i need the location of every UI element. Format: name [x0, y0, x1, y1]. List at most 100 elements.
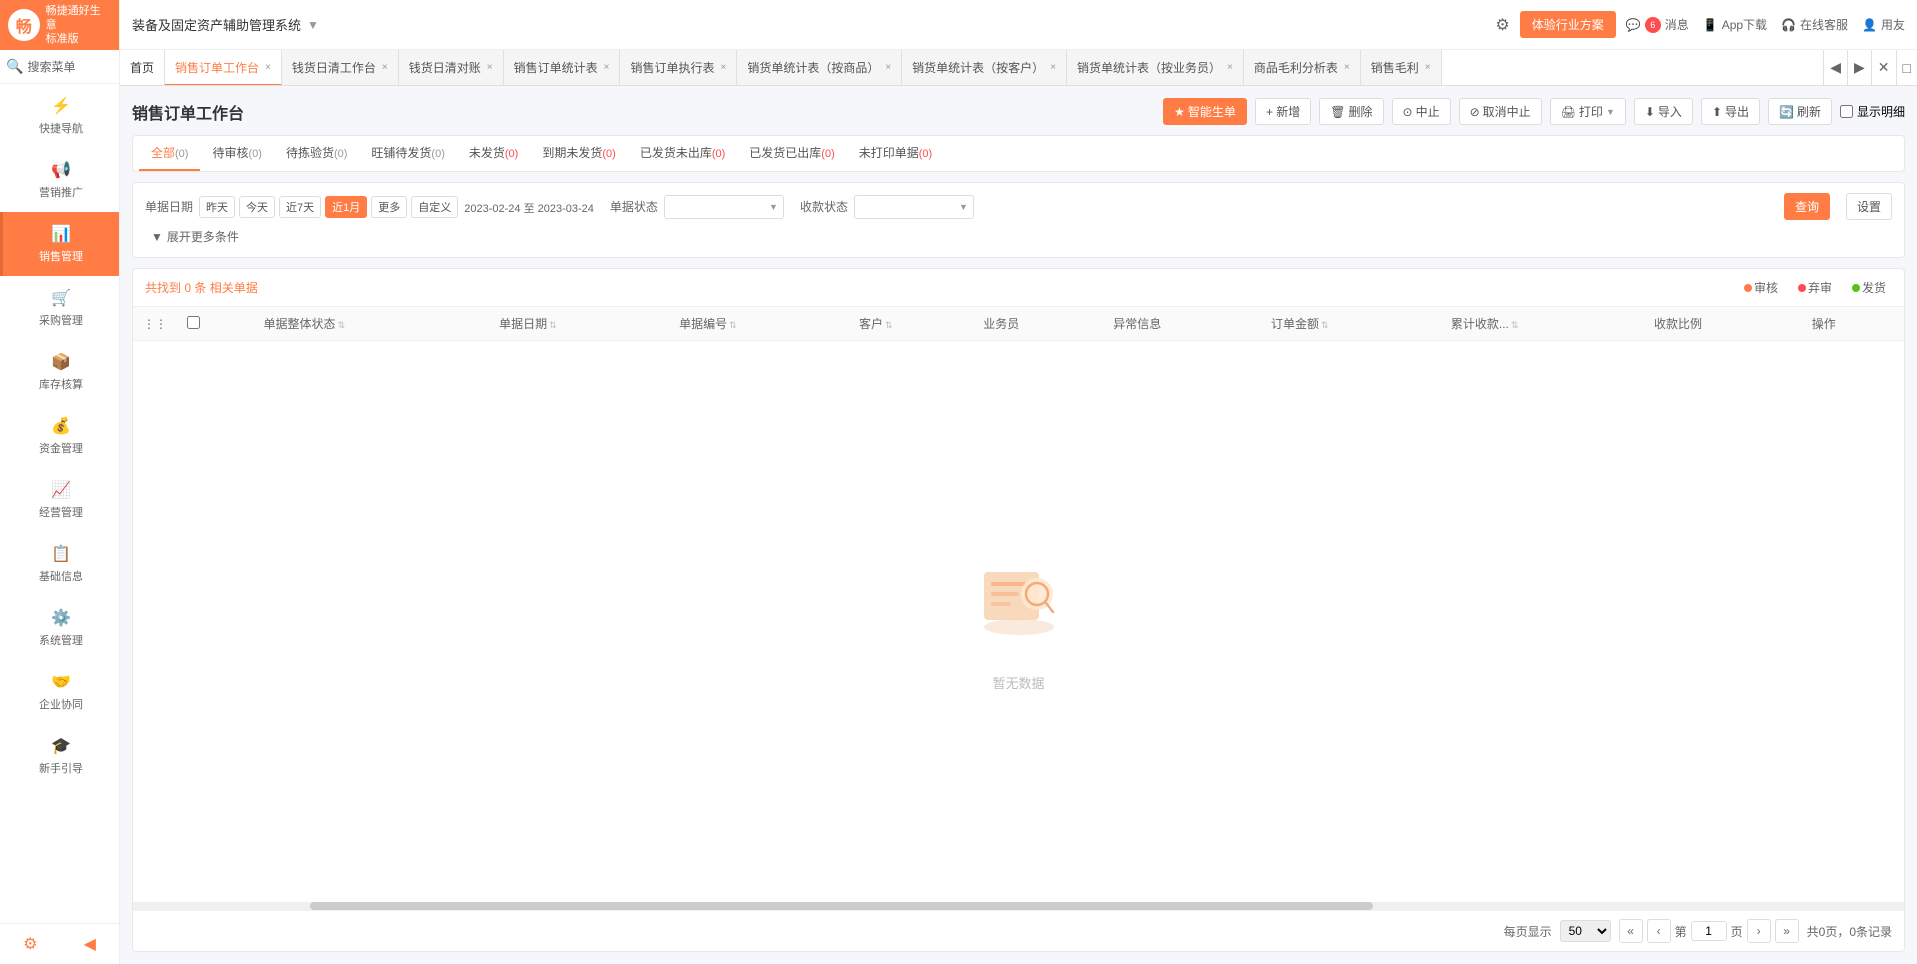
- sidebar-item-guide[interactable]: 🎓新手引导: [0, 724, 119, 788]
- subtab-all[interactable]: 全部(0): [139, 136, 200, 171]
- topbar-settings-icon[interactable]: ⚙: [1495, 15, 1509, 35]
- tab-home[interactable]: 首页: [120, 50, 165, 85]
- sort-icon-collected: ⇅: [1511, 320, 1519, 330]
- th-amount[interactable]: 订单金额⇅: [1261, 307, 1441, 341]
- th-checkbox: [177, 307, 254, 341]
- tab-close-sales-exec[interactable]: ×: [720, 62, 726, 73]
- filter-collection-select[interactable]: [854, 195, 974, 219]
- sidebar-item-inventory[interactable]: 📦库存核算: [0, 340, 119, 404]
- tab-close-cash-daily[interactable]: ×: [382, 62, 388, 73]
- delete-btn[interactable]: 🗑 删除: [1319, 98, 1383, 125]
- main-area: 装备及固定资产辅助管理系统 ▼ ⚙ 体验行业方案 💬 6 消息 📱 App下载 …: [120, 0, 1917, 964]
- subtab-shipped-out[interactable]: 已发货已出库(0): [737, 136, 846, 171]
- prev-page-btn[interactable]: ‹: [1647, 919, 1671, 943]
- filter-date-btn-1month[interactable]: 近1月: [325, 196, 367, 218]
- add-btn[interactable]: + 新增: [1255, 98, 1311, 125]
- tab-close-sales-by-staff[interactable]: ×: [1227, 62, 1233, 73]
- sidebar-item-system[interactable]: ⚙️系统管理: [0, 596, 119, 660]
- tab-sales-stats[interactable]: 销售订单统计表×: [504, 50, 621, 85]
- app-download-btn[interactable]: 📱 App下载: [1703, 16, 1767, 33]
- tab-nav-prev[interactable]: ◀: [1823, 50, 1847, 85]
- subtab-wangpu-pending[interactable]: 旺铺待发货(0): [359, 136, 456, 171]
- refresh-btn[interactable]: 🔄 刷新: [1768, 98, 1832, 125]
- sidebar-item-basic[interactable]: 📋基础信息: [0, 532, 119, 596]
- review-btn[interactable]: 审核: [1738, 277, 1784, 298]
- tab-sales-exec[interactable]: 销售订单执行表×: [620, 50, 737, 85]
- filter-date-btn-7days[interactable]: 近7天: [279, 196, 321, 218]
- tab-goods-margin[interactable]: 商品毛利分析表×: [1244, 50, 1361, 85]
- th-number[interactable]: 单据编号⇅: [669, 307, 849, 341]
- tab-close-sales-by-customer[interactable]: ×: [1050, 62, 1056, 73]
- th-collected[interactable]: 累计收款...⇅: [1441, 307, 1644, 341]
- subtab-pending-inspect[interactable]: 待拣验货(0): [274, 136, 359, 171]
- search-menu-label: 搜索菜单: [27, 58, 75, 75]
- collapse-icon[interactable]: ◀: [84, 934, 96, 954]
- cancel-stop-btn[interactable]: ⊘ 取消中止: [1459, 98, 1542, 125]
- tab-close-sales-profit[interactable]: ×: [1425, 62, 1431, 73]
- print-btn[interactable]: 🖨 打印 ▼: [1550, 98, 1626, 125]
- subtab-pending-review[interactable]: 待审核(0): [200, 136, 273, 171]
- sidebar-item-sales[interactable]: 📊销售管理: [0, 212, 119, 276]
- tab-cash-daily[interactable]: 钱货日清工作台×: [282, 50, 399, 85]
- tab-sales-by-product[interactable]: 销货单统计表（按商品）×: [737, 50, 902, 85]
- tab-sales-by-customer[interactable]: 销货单统计表（按客户）×: [902, 50, 1067, 85]
- ship-btn[interactable]: 发货: [1846, 277, 1892, 298]
- chevron-down-icon: ▼: [151, 230, 163, 244]
- tab-sales-profit[interactable]: 销售毛利×: [1361, 50, 1442, 85]
- th-date[interactable]: 单据日期⇅: [489, 307, 669, 341]
- tab-close-goods-margin[interactable]: ×: [1344, 62, 1350, 73]
- sidebar-item-operations[interactable]: 📈经营管理: [0, 468, 119, 532]
- filter-status-select[interactable]: [664, 195, 784, 219]
- th-status[interactable]: 单据整体状态⇅: [254, 307, 490, 341]
- cancel-review-btn[interactable]: 弃审: [1792, 277, 1838, 298]
- filter-settings-btn[interactable]: 设置: [1846, 193, 1892, 220]
- tab-cash-reconcile[interactable]: 钱货日清对账×: [399, 50, 504, 85]
- scrollbar-thumb[interactable]: [310, 902, 1373, 910]
- tab-sales-workbench[interactable]: 销售订单工作台×: [165, 50, 282, 86]
- show-detail-checkbox[interactable]: [1840, 105, 1853, 118]
- next-page-btn[interactable]: ›: [1747, 919, 1771, 943]
- filter-date-btn-custom[interactable]: 自定义: [411, 196, 458, 218]
- search-menu[interactable]: 🔍 搜索菜单: [0, 50, 119, 84]
- filter-date-btn-more[interactable]: 更多: [371, 196, 407, 218]
- sidebar-item-finance[interactable]: 💰资金管理: [0, 404, 119, 468]
- th-abnormal: 异常信息: [1103, 307, 1261, 341]
- th-customer[interactable]: 客户⇅: [849, 307, 973, 341]
- first-page-btn[interactable]: «: [1619, 919, 1643, 943]
- settings-icon[interactable]: ⚙: [23, 934, 37, 954]
- tab-close-sales-by-product[interactable]: ×: [885, 62, 891, 73]
- import-btn[interactable]: ⬇ 导入: [1634, 98, 1693, 125]
- tab-close-sales-workbench[interactable]: ×: [265, 62, 271, 73]
- per-page-select[interactable]: 50 100 200: [1560, 920, 1611, 942]
- filter-date-btn-yesterday[interactable]: 昨天: [199, 196, 235, 218]
- tab-close-cash-reconcile[interactable]: ×: [487, 62, 493, 73]
- topbar-dropdown-icon[interactable]: ▼: [307, 18, 319, 32]
- tab-sales-by-staff[interactable]: 销货单统计表（按业务员）×: [1067, 50, 1244, 85]
- message-btn[interactable]: 💬 6 消息: [1626, 16, 1689, 33]
- stop-btn[interactable]: ⊙ 中止: [1392, 98, 1451, 125]
- subtab-not-printed[interactable]: 未打印单据(0): [847, 136, 944, 171]
- subtab-shipped-not-in[interactable]: 已发货未出库(0): [628, 136, 737, 171]
- export-btn[interactable]: ⬆ 导出: [1701, 98, 1760, 125]
- tab-close-all[interactable]: ✕: [1871, 50, 1896, 85]
- subtab-overdue-not-shipped[interactable]: 到期未发货(0): [530, 136, 627, 171]
- page-input[interactable]: [1691, 921, 1727, 941]
- tab-maximize[interactable]: □: [1896, 50, 1917, 85]
- sidebar-item-marketing[interactable]: 📢营销推广: [0, 148, 119, 212]
- sidebar-item-purchase[interactable]: 🛒采购管理: [0, 276, 119, 340]
- last-page-btn[interactable]: »: [1775, 919, 1799, 943]
- sidebar-item-enterprise[interactable]: 🤝企业协同: [0, 660, 119, 724]
- filter-date-btn-today[interactable]: 今天: [239, 196, 275, 218]
- tab-close-sales-stats[interactable]: ×: [604, 62, 610, 73]
- user-btn[interactable]: 👤 用友: [1862, 16, 1905, 33]
- tab-nav-next[interactable]: ▶: [1847, 50, 1871, 85]
- subtab-not-shipped[interactable]: 未发货(0): [457, 136, 530, 171]
- show-detail-label[interactable]: 显示明细: [1840, 103, 1905, 120]
- query-btn[interactable]: 查询: [1784, 193, 1830, 220]
- trial-btn[interactable]: 体验行业方案: [1520, 11, 1616, 38]
- smart-create-btn[interactable]: ★ 智能生单: [1163, 98, 1247, 125]
- expand-conditions-btn[interactable]: ▼ 展开更多条件: [145, 226, 245, 247]
- online-service-btn[interactable]: 🎧 在线客服: [1781, 16, 1848, 33]
- select-all-checkbox[interactable]: [187, 316, 200, 329]
- sidebar-item-quick-nav[interactable]: ⚡快捷导航: [0, 84, 119, 148]
